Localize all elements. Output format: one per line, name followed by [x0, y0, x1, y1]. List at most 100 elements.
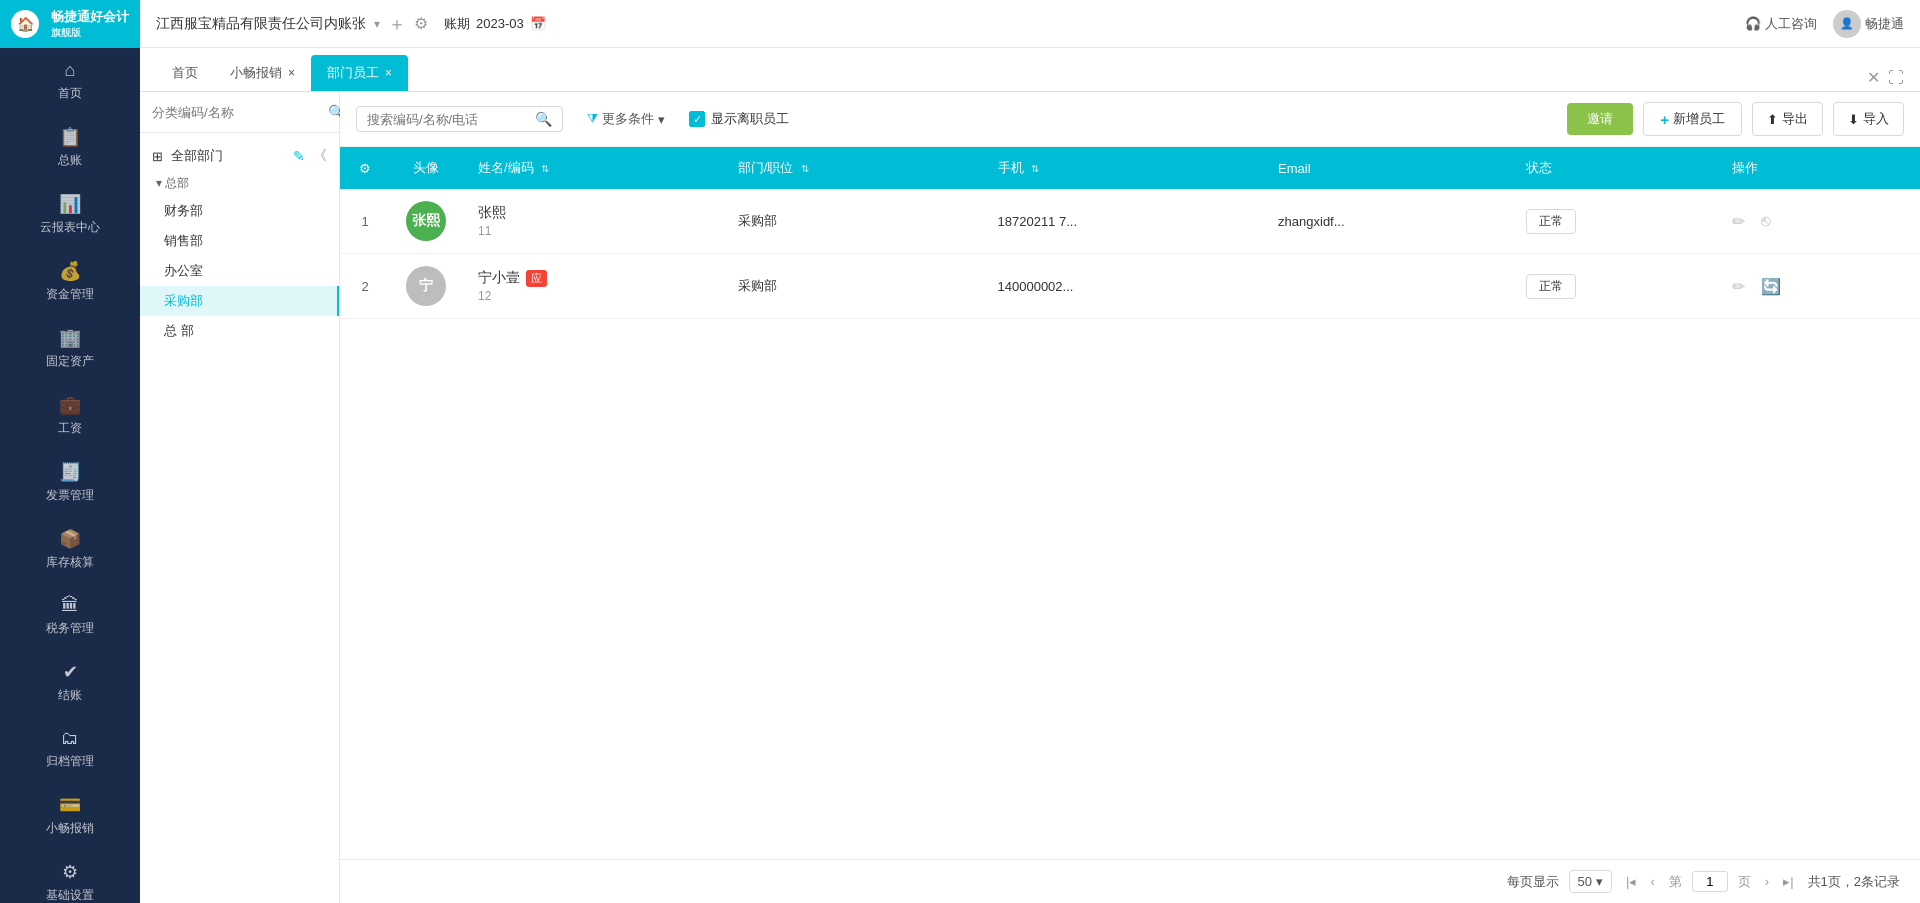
- filter-dropdown-icon: ▾: [658, 112, 665, 127]
- row1-avatar-circle: 张熙: [406, 201, 446, 241]
- company-selector[interactable]: 江西服宝精品有限责任公司内账张 ▾: [156, 15, 380, 33]
- dept-item-purchase[interactable]: 采购部: [140, 286, 339, 316]
- main-layout: ⌂ 首页 📋 总账 📊 云报表中心 💰 资金管理 🏢 固定资产 💼 工资 🧾 发…: [0, 48, 1920, 903]
- invite-button[interactable]: 邀请: [1567, 103, 1633, 135]
- username: 畅捷通: [1865, 15, 1904, 33]
- pagination: 每页显示 50 ▾ |◂ ‹ 第 页 › ▸| 共1页，2条记录: [340, 859, 1920, 903]
- sidebar-item-home[interactable]: ⌂ 首页: [0, 48, 140, 114]
- table-row: 1 张熙 张熙 11 采购部: [340, 189, 1920, 254]
- sidebar-item-tax[interactable]: 🏛 税务管理: [0, 583, 140, 649]
- export-button[interactable]: ⬆ 导出: [1752, 102, 1823, 136]
- show-resigned-checkbox[interactable]: ✓: [689, 111, 705, 127]
- period-label: 账期: [444, 15, 470, 33]
- tab-expense-close[interactable]: ×: [288, 66, 295, 80]
- sidebar-item-ledger[interactable]: 📋 总账: [0, 114, 140, 181]
- sidebar-item-archive[interactable]: 🗂 归档管理: [0, 716, 140, 782]
- tab-employees-close[interactable]: ×: [385, 66, 392, 80]
- per-page-dropdown-icon: ▾: [1596, 874, 1603, 889]
- col-avatar: 头像: [390, 147, 462, 189]
- tab-home[interactable]: 首页: [156, 55, 214, 91]
- per-page-select[interactable]: 50 ▾: [1569, 870, 1612, 893]
- add-employee-button[interactable]: + 新增员工: [1643, 102, 1742, 136]
- col-actions: 操作: [1716, 147, 1920, 189]
- tab-employees[interactable]: 部门员工 ×: [311, 55, 408, 91]
- assets-icon: 🏢: [59, 327, 81, 349]
- department-sidebar: 🔍 ⊞ 全部部门 ✎ 《 ▾ 总部 财务部 销售部 办公室 采购部 总 部: [140, 92, 340, 903]
- sidebar-item-settings[interactable]: ⚙ 基础设置: [0, 849, 140, 903]
- sidebar-item-expense[interactable]: 💳 小畅报销: [0, 782, 140, 849]
- dept-item-sales[interactable]: 销售部: [140, 226, 339, 256]
- row2-avatar: 宁: [390, 254, 462, 319]
- page-input[interactable]: [1692, 871, 1728, 892]
- row1-logout-icon[interactable]: ⎋: [1761, 212, 1771, 230]
- dept-item-office[interactable]: 办公室: [140, 256, 339, 286]
- sidebar-item-capital[interactable]: 💰 资金管理: [0, 248, 140, 315]
- close-window-icon[interactable]: ✕: [1867, 68, 1880, 87]
- sidebar-item-inventory[interactable]: 📦 库存核算: [0, 516, 140, 583]
- sidebar-item-assets[interactable]: 🏢 固定资产: [0, 315, 140, 382]
- company-dropdown-icon[interactable]: ▾: [374, 17, 380, 31]
- dept-item-finance[interactable]: 财务部: [140, 196, 339, 226]
- archive-icon: 🗂: [61, 728, 79, 749]
- page-label-suffix: 页: [1734, 871, 1755, 893]
- next-page-icon[interactable]: ›: [1761, 872, 1773, 891]
- dept-all-label: 全部部门: [171, 147, 223, 165]
- first-page-icon[interactable]: |◂: [1622, 872, 1640, 891]
- app-logo[interactable]: 🏠 畅捷通好会计 旗舰版: [0, 0, 140, 48]
- row1-name: 张熙: [478, 204, 706, 222]
- sidebar-label-payroll: 工资: [58, 420, 82, 437]
- sidebar-item-closing[interactable]: ✔ 结账: [0, 649, 140, 716]
- expand-icon[interactable]: ⛶: [1888, 69, 1904, 87]
- sidebar-label-home: 首页: [58, 85, 82, 102]
- avatar: 👤: [1833, 10, 1861, 38]
- dept-collapse-icon[interactable]: 《: [313, 147, 327, 165]
- row2-delete-icon[interactable]: 🔄: [1761, 277, 1781, 296]
- tax-icon: 🏛: [61, 595, 79, 616]
- sidebar-item-payroll[interactable]: 💼 工资: [0, 382, 140, 449]
- sidebar-item-invoice[interactable]: 🧾 发票管理: [0, 449, 140, 516]
- prev-page-icon[interactable]: ‹: [1646, 872, 1658, 891]
- table-header-row: ⚙ 头像 姓名/编码 ⇅ 部门/职位 ⇅: [340, 147, 1920, 189]
- calendar-icon[interactable]: 📅: [530, 16, 546, 31]
- tab-expense[interactable]: 小畅报销 ×: [214, 55, 311, 91]
- col-name-code-label: 姓名/编码: [478, 160, 534, 175]
- col-phone[interactable]: 手机 ⇅: [982, 147, 1263, 189]
- dept-search-input[interactable]: [152, 105, 320, 120]
- user-menu[interactable]: 👤 畅捷通: [1833, 10, 1904, 38]
- col-settings[interactable]: ⚙: [340, 147, 390, 189]
- col-phone-label: 手机: [998, 160, 1024, 175]
- row1-dept: 采购部: [722, 189, 982, 254]
- employee-search-input[interactable]: [367, 112, 527, 127]
- row2-name-code: 宁小壹 应 12: [462, 254, 722, 319]
- row2-num: 2: [340, 254, 390, 319]
- customer-service[interactable]: 🎧 人工咨询: [1745, 15, 1817, 33]
- row2-edit-icon[interactable]: ✏: [1732, 277, 1745, 296]
- top-bar: 🏠 畅捷通好会计 旗舰版 江西服宝精品有限责任公司内账张 ▾ ＋ ⚙ 账期 20…: [0, 0, 1920, 48]
- import-button[interactable]: ⬇ 导入: [1833, 102, 1904, 136]
- row2-dept: 采购部: [722, 254, 982, 319]
- per-page-value: 50: [1578, 874, 1592, 889]
- export-label: 导出: [1782, 110, 1808, 128]
- row1-name-code: 张熙 11: [462, 189, 722, 254]
- sidebar-item-reports[interactable]: 📊 云报表中心: [0, 181, 140, 248]
- filter-button[interactable]: ⧩ 更多条件 ▾: [575, 104, 677, 134]
- show-resigned-toggle[interactable]: ✓ 显示离职员工: [689, 110, 789, 128]
- add-company-icon[interactable]: ＋: [388, 12, 406, 36]
- add-employee-label: 新增员工: [1673, 110, 1725, 128]
- settings-icon[interactable]: ⚙: [414, 14, 428, 33]
- row1-edit-icon[interactable]: ✏: [1732, 212, 1745, 231]
- dept-item-general[interactable]: 总 部: [140, 316, 339, 346]
- col-dept-position[interactable]: 部门/职位 ⇅: [722, 147, 982, 189]
- employee-search-box: 🔍: [356, 106, 563, 132]
- sidebar-label-closing: 结账: [58, 687, 82, 704]
- dept-all-header[interactable]: ⊞ 全部部门 ✎ 《: [140, 141, 339, 171]
- col-status: 状态: [1510, 147, 1716, 189]
- employee-search-icon[interactable]: 🔍: [535, 111, 552, 127]
- row1-actions: ✏ ⎋: [1716, 189, 1920, 254]
- last-page-icon[interactable]: ▸|: [1779, 872, 1797, 891]
- dept-edit-icon[interactable]: ✎: [293, 148, 305, 164]
- export-icon: ⬆: [1767, 112, 1778, 127]
- reports-icon: 📊: [59, 193, 81, 215]
- content-area: 首页 小畅报销 × 部门员工 × ✕ ⛶ 🔍: [140, 48, 1920, 903]
- col-name-code[interactable]: 姓名/编码 ⇅: [462, 147, 722, 189]
